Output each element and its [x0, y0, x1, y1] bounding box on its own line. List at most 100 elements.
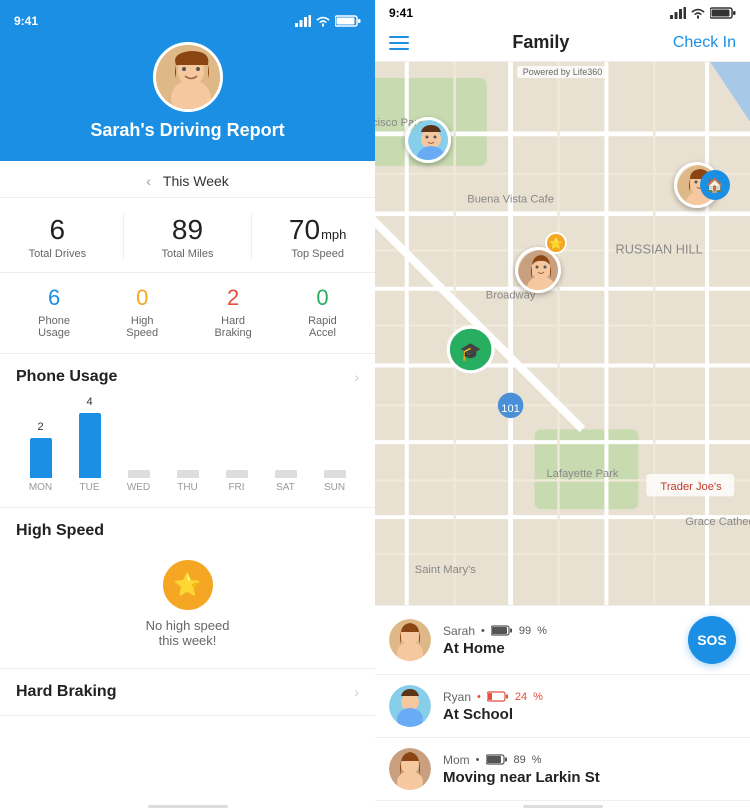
left-header: 9:41 [0, 0, 375, 161]
member-info-sarah: Sarah • 99 % At Home [443, 624, 676, 657]
signal-icon [295, 15, 311, 27]
week-prev-chevron[interactable]: ‹ [146, 173, 151, 189]
svg-text:101: 101 [501, 403, 520, 415]
hamburger-line-1 [389, 36, 409, 38]
high-speed-label: HighSpeed [126, 315, 158, 339]
map-container[interactable]: Powered by Life360 [375, 62, 750, 605]
sarah-battery-pct: 99 [519, 625, 531, 637]
high-speed-message: No high speedthis week! [146, 618, 230, 648]
battery-icon-right [710, 7, 736, 19]
high-speed-number: 0 [136, 285, 148, 311]
ryan-location: At School [443, 706, 736, 723]
total-miles-number: 89 [172, 214, 203, 246]
members-list: Sarah • 99 % At Home SOS [375, 605, 750, 801]
bar-sun: SUN [310, 453, 359, 493]
sarah-battery-icon [491, 625, 513, 636]
hard-braking-number: 2 [227, 285, 239, 311]
hard-braking-chevron[interactable]: › [354, 684, 359, 700]
high-speed-section: High Speed ⭐ No high speedthis week! [0, 508, 375, 669]
ryan-name-row: Ryan • 24 % [443, 690, 736, 704]
phone-usage-number: 6 [48, 285, 60, 311]
member-item-ryan[interactable]: Ryan • 24 % At School [375, 675, 750, 738]
rapid-accel-label: RapidAccel [308, 315, 337, 339]
sarah-dot: • [481, 625, 485, 637]
bar-tue-value: 4 [86, 396, 92, 410]
ryan-name: Ryan [443, 690, 471, 704]
member-avatar-ryan [389, 685, 431, 727]
member-info-mom: Mom • 89 % Moving near Larkin St [443, 753, 736, 786]
ryan-battery-pct: 24 [515, 691, 527, 703]
bar-mon-bar [30, 438, 52, 478]
bar-wed-day: WED [127, 482, 150, 493]
member-avatar-mom [389, 748, 431, 790]
top-speed-unit: mph [321, 227, 346, 242]
bar-mon-day: MON [29, 482, 52, 493]
mom-name-row: Mom • 89 % [443, 753, 736, 767]
week-label: This Week [163, 173, 229, 189]
stat-total-miles: 89 Total Miles [162, 214, 214, 260]
stat-total-drives: 6 Total Drives [29, 214, 86, 260]
svg-text:Trader Joe's: Trader Joe's [660, 481, 722, 493]
member-item-mom[interactable]: Mom • 89 % Moving near Larkin St [375, 738, 750, 801]
svg-text:Buena Vista Cafe: Buena Vista Cafe [467, 194, 554, 206]
bar-thu: THU [163, 453, 212, 493]
check-in-button[interactable]: Check In [673, 34, 736, 52]
hamburger-menu[interactable] [389, 36, 409, 50]
avatar-face [156, 43, 220, 111]
phone-usage-label: PhoneUsage [38, 315, 70, 339]
sarah-name: Sarah [443, 624, 475, 638]
ryan-battery-symbol: % [533, 691, 543, 703]
bar-thu-day: THU [177, 482, 198, 493]
driving-report-title: Sarah's Driving Report [90, 120, 284, 141]
right-panel: 9:41 Family [375, 0, 750, 812]
phone-usage-title: Phone Usage [16, 368, 117, 386]
week-nav[interactable]: ‹ This Week [0, 161, 375, 198]
high-speed-content: ⭐ No high speedthis week! [0, 550, 375, 668]
total-drives-label: Total Drives [29, 248, 86, 260]
home-pin-icon: 🏠 [700, 170, 730, 200]
mom-battery-icon [486, 754, 508, 765]
svg-text:Grace Cathedral: Grace Cathedral [685, 516, 750, 528]
bar-wed: WED [114, 453, 163, 493]
bar-fri-bar [226, 470, 248, 478]
sarah-battery-symbol: % [537, 625, 547, 637]
bar-tue-bar [79, 413, 101, 478]
wifi-icon-right [690, 7, 706, 19]
member-avatar-sarah [389, 619, 431, 661]
total-drives-number: 6 [50, 214, 66, 246]
sos-button[interactable]: SOS [688, 616, 736, 664]
status-bar-right: 9:41 [375, 0, 750, 26]
bar-thu-bar [177, 470, 199, 478]
phone-usage-section: Phone Usage › 2 MON 4 TUE WED [0, 354, 375, 508]
mom-battery-symbol: % [532, 754, 542, 766]
status-bar-left: 9:41 [0, 10, 375, 32]
hard-braking-section: Hard Braking › [0, 669, 375, 716]
ryan-dot: • [477, 691, 481, 703]
right-app-header: Family Check In [375, 26, 750, 62]
mom-name: Mom [443, 753, 470, 767]
phone-usage-chevron[interactable]: › [354, 369, 359, 385]
wifi-icon [315, 15, 331, 27]
status-time-left: 9:41 [14, 14, 38, 28]
phone-usage-chart: 2 MON 4 TUE WED THU [0, 396, 375, 507]
alert-rapid-accel: 0 RapidAccel [308, 285, 337, 339]
status-time-right: 9:41 [389, 6, 413, 20]
hard-braking-header[interactable]: Hard Braking › [0, 669, 375, 715]
mom-battery-pct: 89 [514, 754, 526, 766]
badge-marker: ⭐ [545, 232, 567, 254]
svg-text:🎓: 🎓 [460, 341, 482, 361]
member-item-sarah[interactable]: Sarah • 99 % At Home SOS [375, 606, 750, 675]
powered-by-label: Powered by Life360 [517, 66, 609, 78]
alert-phone-usage: 6 PhoneUsage [38, 285, 70, 339]
sarah-name-row: Sarah • 99 % [443, 624, 676, 638]
left-scrollbar [148, 805, 228, 808]
bar-sun-day: SUN [324, 482, 345, 493]
bar-sun-bar [324, 470, 346, 478]
home-pin: 🏠 [700, 170, 730, 200]
phone-usage-header[interactable]: Phone Usage › [0, 354, 375, 396]
top-speed-label: Top Speed [291, 248, 344, 260]
bar-sat: SAT [261, 453, 310, 493]
stats-row: 6 Total Drives 89 Total Miles 70 mph Top… [0, 198, 375, 273]
ryan-battery-icon [487, 691, 509, 702]
svg-text:Saint Mary's: Saint Mary's [415, 564, 476, 576]
